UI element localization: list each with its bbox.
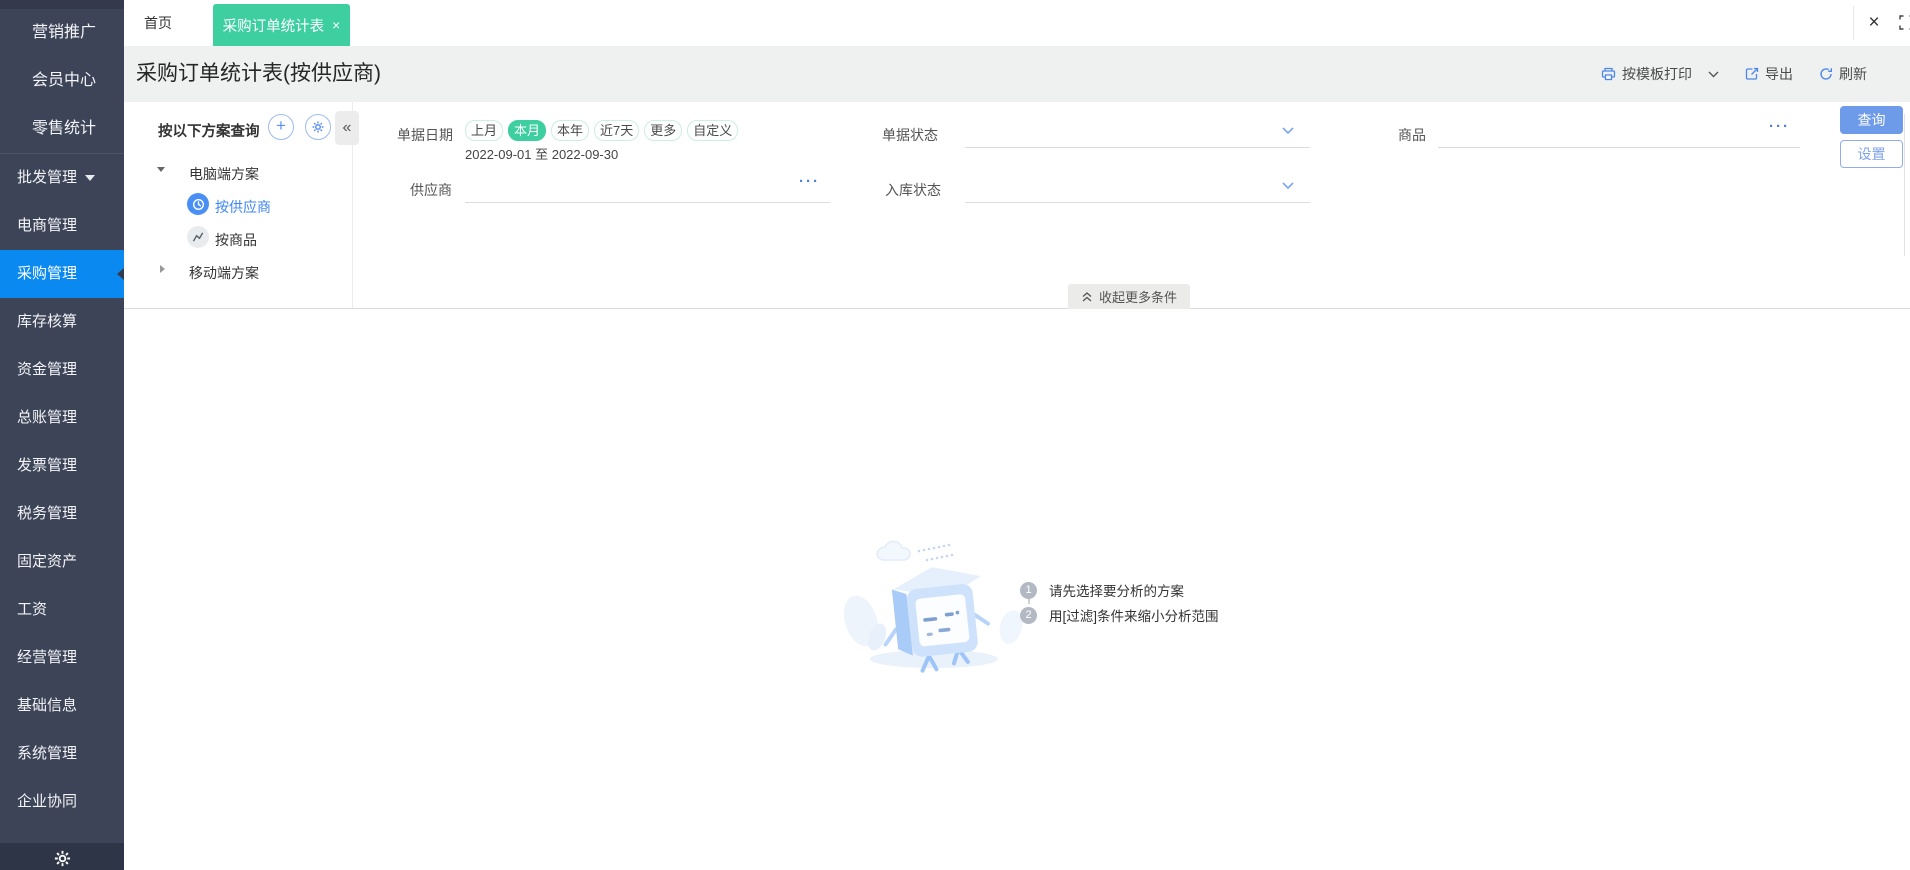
main-area: 首页 采购订单统计表 × × 采购订单统计表(按供应商) 按模板打印 导出 刷新… <box>124 0 1910 870</box>
query-scheme-panel: 按以下方案查询 + « 电脑端方案 按供应商 按商品 移动端方案 <box>124 102 359 308</box>
sidebar-item-collaboration[interactable]: 企业协同 <box>0 778 124 826</box>
query-panel-title: 按以下方案查询 <box>158 124 260 140</box>
tab-purchase-order-report[interactable]: 采购订单统计表 × <box>213 4 350 46</box>
sidebar-item-invoice[interactable]: 发票管理 <box>0 442 124 490</box>
product-input[interactable]: ··· <box>1438 112 1800 148</box>
fullscreen-icon[interactable] <box>1899 15 1910 35</box>
refresh-button[interactable]: 刷新 <box>1819 64 1867 84</box>
sidebar-item-basic-info[interactable]: 基础信息 <box>0 682 124 730</box>
close-icon[interactable]: × <box>1860 9 1888 37</box>
chevron-down-icon[interactable] <box>1708 71 1719 78</box>
chart-icon[interactable] <box>187 226 209 248</box>
doc-date-label: 单据日期 <box>397 127 453 143</box>
collapse-panel-button[interactable]: « <box>335 111 359 145</box>
step-2-text: 用[过滤]条件来缩小分析范围 <box>1049 609 1219 624</box>
step-2: 2 用[过滤]条件来缩小分析范围 <box>1020 605 1219 625</box>
collapse-more-conditions-button[interactable]: 收起更多条件 <box>1068 284 1191 309</box>
supplier-input[interactable]: ··· <box>465 167 830 203</box>
inbound-status-select[interactable] <box>965 167 1310 203</box>
pill-last-7-days[interactable]: 近7天 <box>594 120 640 141</box>
pill-this-year[interactable]: 本年 <box>551 120 590 141</box>
sidebar-top-strip <box>0 0 124 9</box>
supplier-label: 供应商 <box>410 182 452 198</box>
more-options-icon[interactable]: ··· <box>1769 119 1790 134</box>
query-button[interactable]: 查询 <box>1840 106 1903 134</box>
step-1: 1 请先选择要分析的方案 <box>1020 580 1184 600</box>
sidebar-item-wholesale[interactable]: 批发管理 <box>0 154 124 202</box>
sidebar-footer <box>0 843 124 870</box>
chevron-down-icon[interactable] <box>1282 182 1294 190</box>
sidebar-item-member-center[interactable]: 会员中心 <box>0 57 124 105</box>
page-title: 采购订单统计表(按供应商) <box>136 62 381 85</box>
sidebar-item-payroll[interactable]: 工资 <box>0 586 124 634</box>
more-options-icon[interactable]: ··· <box>799 174 820 189</box>
sidebar-item-label: 批发管理 <box>17 169 78 186</box>
export-label: 导出 <box>1765 66 1793 82</box>
sidebar-item-purchase[interactable]: 采购管理 <box>0 250 124 298</box>
doc-status-select[interactable] <box>965 112 1310 148</box>
tree-group-pc-schemes[interactable]: 电脑端方案 <box>189 164 259 184</box>
chevron-down-icon <box>85 175 96 182</box>
tree-item-by-supplier[interactable]: 按供应商 <box>215 197 271 217</box>
empty-state-illustration <box>839 529 1034 677</box>
tabbar-divider <box>1853 6 1854 40</box>
report-content-area: 1 请先选择要分析的方案 2 用[过滤]条件来缩小分析范围 <box>124 309 1910 870</box>
tab-home[interactable]: 首页 <box>132 0 184 46</box>
tab-label: 采购订单统计表 <box>222 18 325 35</box>
tree-collapsed-icon[interactable] <box>160 265 165 273</box>
collapse-more-label: 收起更多条件 <box>1099 290 1178 305</box>
sidebar-item-operations[interactable]: 经营管理 <box>0 634 124 682</box>
scrollbar[interactable] <box>1904 114 1905 256</box>
pill-custom[interactable]: 自定义 <box>687 120 739 141</box>
pill-this-month[interactable]: 本月 <box>508 120 547 141</box>
product-label: 商品 <box>1398 127 1426 143</box>
print-label: 按模板打印 <box>1622 66 1692 82</box>
pill-more[interactable]: 更多 <box>644 120 683 141</box>
sidebar-item-label: 采购管理 <box>17 265 78 282</box>
close-tab-icon[interactable]: × <box>332 18 340 32</box>
step-1-number: 1 <box>1020 581 1037 599</box>
step-connector <box>1028 599 1030 604</box>
clock-icon[interactable] <box>187 193 209 215</box>
export-button[interactable]: 导出 <box>1745 64 1793 84</box>
refresh-label: 刷新 <box>1839 66 1867 82</box>
step-1-text: 请先选择要分析的方案 <box>1049 584 1184 599</box>
doc-status-label: 单据状态 <box>882 127 938 143</box>
tab-bar: 首页 采购订单统计表 × × <box>124 0 1910 46</box>
print-by-template-button[interactable]: 按模板打印 <box>1601 64 1719 84</box>
date-preset-pills: 上月 本月 本年 近7天 更多 自定义 <box>465 120 739 141</box>
sidebar-item-general-ledger[interactable]: 总账管理 <box>0 394 124 442</box>
toolbar: 按模板打印 导出 刷新 <box>1601 46 1867 102</box>
step-2-number: 2 <box>1020 606 1037 624</box>
sidebar-item-marketing[interactable]: 营销推广 <box>0 9 124 57</box>
tree-expand-icon[interactable] <box>157 167 165 172</box>
sidebar-item-retail-stats[interactable]: 零售统计 <box>0 105 124 153</box>
pill-last-month[interactable]: 上月 <box>465 120 504 141</box>
filter-section: 按以下方案查询 + « 电脑端方案 按供应商 按商品 移动端方案 单据日期 上月… <box>124 102 1910 309</box>
tree-group-mobile-schemes[interactable]: 移动端方案 <box>189 263 259 283</box>
printer-icon <box>1601 67 1616 81</box>
inbound-status-label: 入库状态 <box>885 182 941 198</box>
arrow-left-icon <box>117 268 124 280</box>
refresh-icon <box>1819 67 1833 81</box>
sidebar-item-fixed-assets[interactable]: 固定资产 <box>0 538 124 586</box>
date-range-value[interactable]: 2022-09-01 至 2022-09-30 <box>465 144 618 163</box>
sidebar-item-funds[interactable]: 资金管理 <box>0 346 124 394</box>
double-chevron-up-icon <box>1081 291 1093 303</box>
title-bar: 采购订单统计表(按供应商) 按模板打印 导出 刷新 <box>124 46 1910 102</box>
tree-item-by-product[interactable]: 按商品 <box>215 230 257 250</box>
chevron-down-icon[interactable] <box>1282 127 1294 135</box>
gear-icon[interactable] <box>53 849 72 868</box>
sidebar-nav: 营销推广 会员中心 零售统计 批发管理 电商管理 采购管理 库存核算 资金管理 … <box>0 9 124 826</box>
settings-button[interactable]: 设置 <box>1840 140 1903 168</box>
export-icon <box>1745 67 1759 81</box>
scheme-settings-button[interactable] <box>305 114 331 140</box>
sidebar: 营销推广 会员中心 零售统计 批发管理 电商管理 采购管理 库存核算 资金管理 … <box>0 0 124 870</box>
add-scheme-button[interactable]: + <box>268 114 294 140</box>
sidebar-item-tax[interactable]: 税务管理 <box>0 490 124 538</box>
sidebar-item-inventory[interactable]: 库存核算 <box>0 298 124 346</box>
sidebar-item-ecommerce[interactable]: 电商管理 <box>0 202 124 250</box>
sidebar-item-system[interactable]: 系统管理 <box>0 730 124 778</box>
